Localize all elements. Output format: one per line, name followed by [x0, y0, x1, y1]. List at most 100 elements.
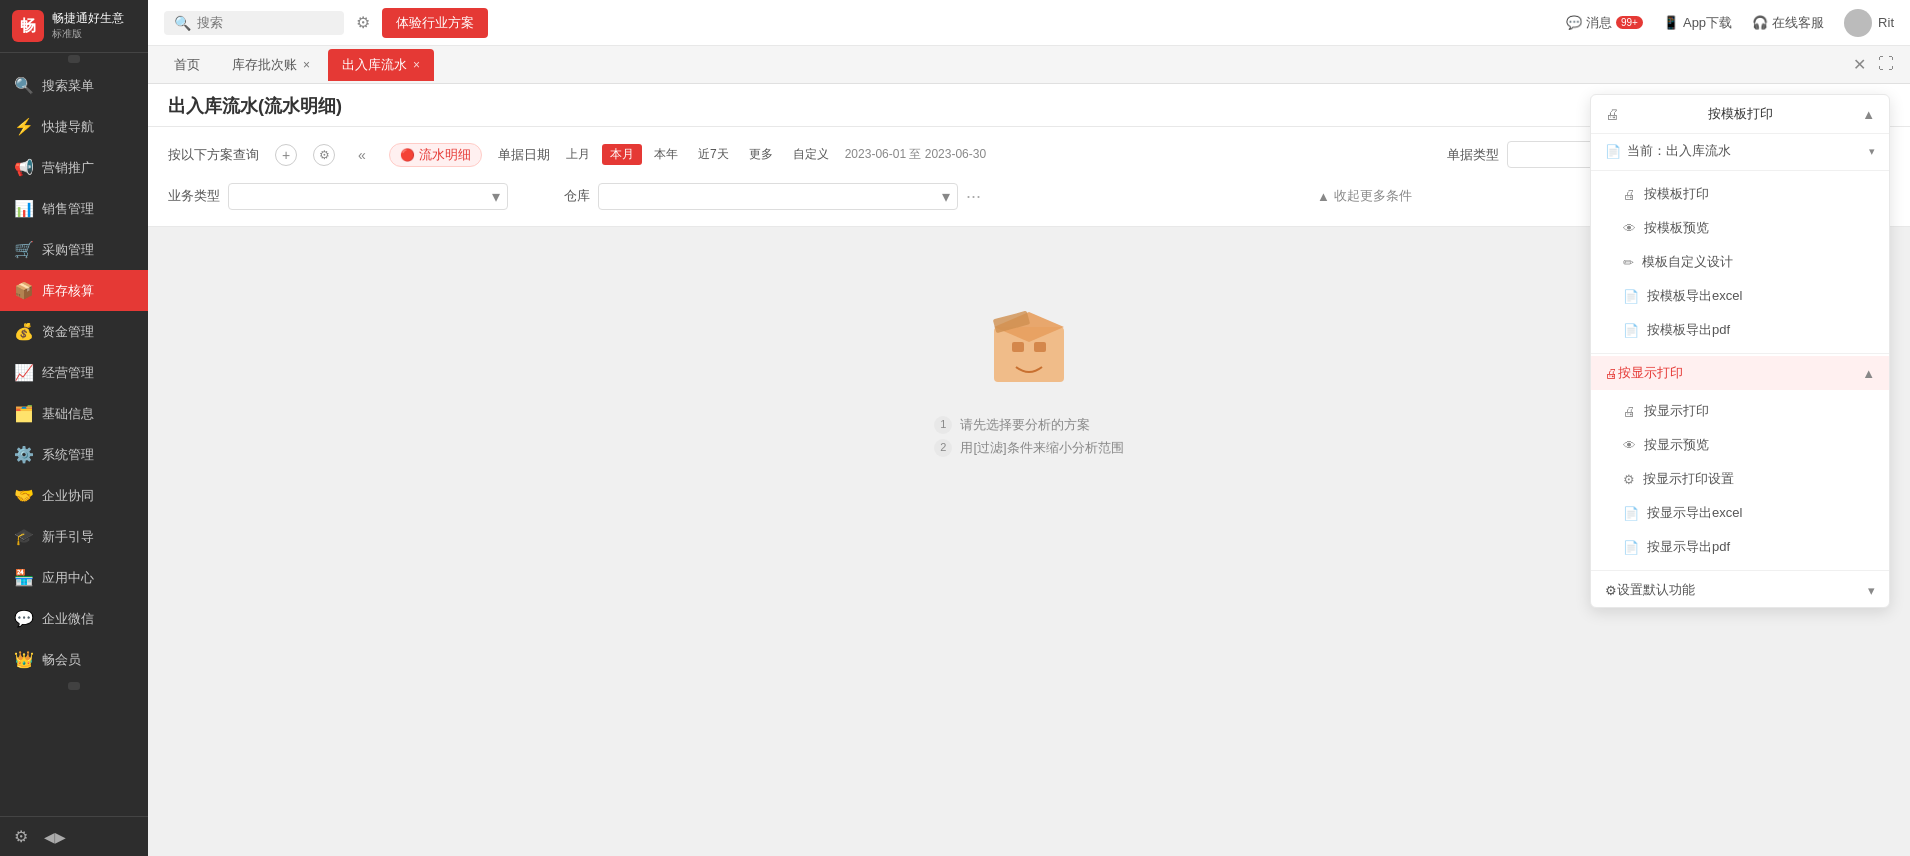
sidebar-item-label: 采购管理 — [42, 241, 94, 259]
dp-default-section-header[interactable]: ⚙ 设置默认功能 ▾ — [1591, 573, 1889, 607]
sidebar-item-wechat[interactable]: 💬 企业微信 — [0, 598, 148, 639]
dp-template-print-item[interactable]: 🖨 按模板打印 — [1591, 177, 1889, 211]
tab-close-all-icon[interactable]: ✕ — [1849, 53, 1870, 76]
user-avatar-area[interactable]: Rit — [1844, 9, 1894, 37]
dp-collapse-icon[interactable]: ▲ — [1862, 107, 1875, 122]
sidebar-item-label: 企业协同 — [42, 487, 94, 505]
dp-tpdf-label: 按模板导出pdf — [1647, 321, 1730, 339]
dp-divider-3 — [1591, 570, 1889, 571]
sidebar-item-vip[interactable]: 👑 畅会员 — [0, 639, 148, 680]
date-tab-7days[interactable]: 近7天 — [690, 144, 737, 165]
search-icon: 🔍 — [14, 76, 34, 95]
sidebar-item-label: 搜索菜单 — [42, 77, 94, 95]
search-input[interactable] — [197, 15, 327, 30]
sidebar-item-guide[interactable]: 🎓 新手引导 — [0, 516, 148, 557]
sidebar-item-purchase[interactable]: 🛒 采购管理 — [0, 229, 148, 270]
sidebar-item-finance[interactable]: 💰 资金管理 — [0, 311, 148, 352]
sidebar-item-search[interactable]: 🔍 搜索菜单 — [0, 65, 148, 106]
date-tab-more[interactable]: 更多 — [741, 144, 781, 165]
filter-collapse-btn[interactable]: « — [351, 144, 373, 166]
logo-icon: 畅 — [12, 10, 44, 42]
date-filter: 单据日期 上月 本月 本年 近7天 更多 自定义 2023-06-01 至 20… — [498, 144, 986, 165]
app-download-btn[interactable]: 📱 App下载 — [1663, 14, 1732, 32]
dp-tcustom-label: 模板自定义设计 — [1642, 253, 1733, 271]
dp-template-pdf-item[interactable]: 📄 按模板导出pdf — [1591, 313, 1889, 347]
sidebar-item-label: 库存核算 — [42, 282, 94, 300]
sidebar-nav: 🔍 搜索菜单 ⚡ 快捷导航 📢 营销推广 📊 销售管理 🛒 采购管理 📦 库存核… — [0, 53, 148, 816]
sidebar-item-label: 新手引导 — [42, 528, 94, 546]
dp-display-section-header[interactable]: 🖨 按显示打印 ▲ — [1591, 356, 1889, 390]
sidebar-item-marketing[interactable]: 📢 营销推广 — [0, 147, 148, 188]
active-filter-tag[interactable]: 🔴 流水明细 — [389, 143, 482, 167]
collapse-more-btn[interactable]: ▲ 收起更多条件 — [1317, 187, 1412, 205]
tab-batch-close[interactable]: × — [303, 58, 310, 72]
sidebar-item-sales[interactable]: 📊 销售管理 — [0, 188, 148, 229]
sidebar-item-quicknav[interactable]: ⚡ 快捷导航 — [0, 106, 148, 147]
message-icon: 💬 — [1566, 15, 1582, 30]
dp-current-item[interactable]: 📄 当前：出入库流水 ▾ — [1591, 134, 1889, 168]
topbar-right: 💬 消息 99+ 📱 App下载 🎧 在线客服 Rit — [1566, 9, 1894, 37]
tab-flow-close[interactable]: × — [413, 58, 420, 72]
dp-tprint-icon: 🖨 — [1623, 187, 1636, 202]
dp-template-customize-item[interactable]: ✏ 模板自定义设计 — [1591, 245, 1889, 279]
tab-batch[interactable]: 库存批次账 × — [218, 49, 324, 81]
date-tab-thisyear[interactable]: 本年 — [646, 144, 686, 165]
sidebar-item-enterprise[interactable]: 🤝 企业协同 — [0, 475, 148, 516]
dp-display-print-item[interactable]: 🖨 按显示打印 — [1591, 394, 1889, 428]
dp-display-collapse-icon: ▲ — [1862, 366, 1875, 381]
message-btn[interactable]: 💬 消息 99+ — [1566, 14, 1643, 32]
tab-home[interactable]: 首页 — [160, 49, 214, 81]
date-tab-lastmonth[interactable]: 上月 — [558, 144, 598, 165]
dp-default-label: 设置默认功能 — [1617, 581, 1695, 599]
tag-label: 流水明细 — [419, 146, 471, 164]
date-tab-custom[interactable]: 自定义 — [785, 144, 837, 165]
dp-display-settings-item[interactable]: ⚙ 按显示打印设置 — [1591, 462, 1889, 496]
sidebar-item-basic[interactable]: 🗂️ 基础信息 — [0, 393, 148, 434]
service-label: 在线客服 — [1772, 14, 1824, 32]
filter-setting-btn[interactable]: ⚙ — [313, 144, 335, 166]
warehouse-label: 仓库 — [564, 187, 590, 205]
tab-flow[interactable]: 出入库流水 × — [328, 49, 434, 81]
phone-icon: 📱 — [1663, 15, 1679, 30]
sidebar-item-system[interactable]: ⚙️ 系统管理 — [0, 434, 148, 475]
filter-add-btn[interactable]: + — [275, 144, 297, 166]
dp-dexcel-icon: 📄 — [1623, 506, 1639, 521]
logo-title: 畅捷通好生意 — [52, 11, 124, 27]
search-icon: 🔍 — [174, 15, 191, 31]
dp-template-preview-item[interactable]: 👁 按模板预览 — [1591, 211, 1889, 245]
dp-display-section-label: 按显示打印 — [1618, 364, 1683, 382]
sidebar-item-appstore[interactable]: 🏪 应用中心 — [0, 557, 148, 598]
dp-template-excel-item[interactable]: 📄 按模板导出excel — [1591, 279, 1889, 313]
search-box[interactable]: 🔍 — [164, 11, 344, 35]
trends-icon: 📈 — [14, 363, 34, 382]
sidebar-collapse-icon[interactable]: ◀▶ — [44, 829, 66, 845]
folder-icon: 🗂️ — [14, 404, 34, 423]
tab-expand-icon[interactable]: ⛶ — [1874, 53, 1898, 76]
date-tabs: 上月 本月 本年 近7天 更多 自定义 — [558, 144, 837, 165]
sidebar-item-operations[interactable]: 📈 经营管理 — [0, 352, 148, 393]
date-tab-thismonth[interactable]: 本月 — [602, 144, 642, 165]
chevron-up-icon: ▲ — [1317, 189, 1330, 204]
sidebar-item-label: 应用中心 — [42, 569, 94, 587]
date-field-label: 单据日期 — [498, 146, 550, 164]
topbar-gear-icon[interactable]: ⚙ — [356, 13, 370, 32]
dp-display-pdf-item[interactable]: 📄 按显示导出pdf — [1591, 530, 1889, 564]
service-btn[interactable]: 🎧 在线客服 — [1752, 14, 1824, 32]
warehouse-select[interactable] — [598, 183, 958, 210]
sidebar-item-label: 资金管理 — [42, 323, 94, 341]
page-content: 出入库流水(流水明细) 🖨 按模板打印 ▲ ↑ 导出 ↺ 刷新 — [148, 84, 1910, 856]
dp-display-preview-item[interactable]: 👁 按显示预览 — [1591, 428, 1889, 462]
sidebar: 畅 畅捷通好生意 标准版 🔍 搜索菜单 ⚡ 快捷导航 📢 营销推广 📊 销售管理… — [0, 0, 148, 856]
dp-header: 🖨 按模板打印 ▲ — [1591, 95, 1889, 134]
dp-display-excel-item[interactable]: 📄 按显示导出excel — [1591, 496, 1889, 530]
business-type-wrapper — [228, 183, 508, 210]
bottom-settings-icon[interactable]: ⚙ — [14, 827, 28, 846]
megaphone-icon: 📢 — [14, 158, 34, 177]
doctype-label: 单据类型 — [1447, 146, 1499, 164]
warehouse-more-icon[interactable]: ··· — [966, 186, 981, 207]
business-type-select[interactable] — [228, 183, 508, 210]
dp-dpdf-label: 按显示导出pdf — [1647, 538, 1730, 556]
industry-btn[interactable]: 体验行业方案 — [382, 8, 488, 38]
dp-tpreview-label: 按模板预览 — [1644, 219, 1709, 237]
sidebar-item-inventory[interactable]: 📦 库存核算 — [0, 270, 148, 311]
